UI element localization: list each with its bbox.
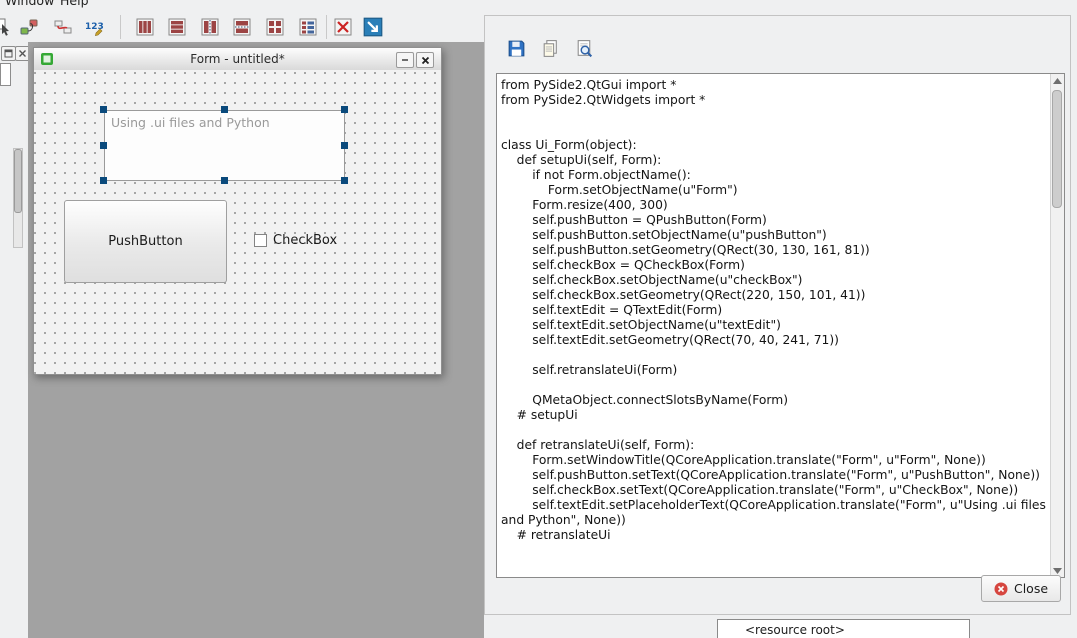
resource-root-label: <resource root> [745, 623, 845, 637]
textedit-placeholder: Using .ui files and Python [111, 115, 270, 130]
code-line: # setupUi [501, 408, 1051, 423]
code-line: self.textEdit.setPlaceholderText(QCoreAp… [501, 498, 1051, 513]
code-line: self.textEdit.setObjectName(u"textEdit") [501, 318, 1051, 333]
code-line: if not Form.objectName(): [501, 168, 1051, 183]
code-line: self.checkBox.setText(QCoreApplication.t… [501, 483, 1051, 498]
qt-designer-screen: Window Help 123 [0, 0, 1077, 638]
selection-handle-mid-right[interactable] [341, 142, 348, 149]
menu-help[interactable]: Help [60, 0, 89, 8]
code-line: self.pushButton.setGeometry(QRect(30, 13… [501, 243, 1051, 258]
widgetbox-filter-input[interactable] [0, 63, 11, 86]
code-line: self.textEdit = QTextEdit(Form) [501, 303, 1051, 318]
left-dock-fragment [0, 42, 29, 638]
scrollbar-thumb[interactable] [1052, 90, 1062, 208]
close-dialog-button[interactable]: Close [981, 575, 1061, 602]
toolbar-separator [326, 15, 327, 39]
edit-widgets-icon[interactable] [0, 14, 16, 40]
form-window-title: Form - untitled* [190, 52, 284, 66]
code-line [501, 378, 1051, 393]
toolbar-separator [120, 15, 121, 39]
code-line: self.retranslateUi(Form) [501, 363, 1051, 378]
code-line: self.checkBox.setGeometry(QRect(220, 150… [501, 288, 1051, 303]
checkbox-label: CheckBox [273, 233, 337, 248]
selection-handle-top-center[interactable] [221, 106, 228, 113]
lay-out-vertically-in-splitter-icon[interactable] [229, 14, 255, 40]
edit-buddies-icon[interactable] [50, 14, 76, 40]
selection-handle-top-right[interactable] [341, 106, 348, 113]
lay-out-vertically-icon[interactable] [164, 14, 190, 40]
code-line: self.checkBox.setObjectName(u"checkBox") [501, 273, 1051, 288]
form-window-titlebar[interactable]: Form - untitled* [34, 48, 441, 71]
code-line: def setupUi(self, Form): [501, 153, 1051, 168]
selection-handle-top-left[interactable] [100, 106, 107, 113]
code-line: def retranslateUi(self, Form): [501, 438, 1051, 453]
minimize-button[interactable] [396, 52, 414, 68]
code-dialog-toolbar [504, 36, 597, 61]
form-window-icon [41, 53, 53, 65]
code-vertical-scrollbar[interactable] [1050, 74, 1064, 577]
scroll-up-icon[interactable] [1051, 74, 1064, 87]
mdi-area: Form - untitled* Using .ui files and Pyt… [28, 42, 484, 638]
edit-signals-slots-icon[interactable] [16, 14, 42, 40]
selection-handle-bottom-center[interactable] [221, 177, 228, 184]
code-view[interactable]: from PySide2.QtGui import *from PySide2.… [496, 73, 1065, 578]
code-line: self.pushButton.setObjectName(u"pushButt… [501, 228, 1051, 243]
break-layout-icon[interactable] [330, 14, 356, 40]
selection-handle-bottom-right[interactable] [341, 177, 348, 184]
menu-window[interactable]: Window [5, 0, 54, 8]
code-line: self.textEdit.setGeometry(QRect(70, 40, … [501, 333, 1051, 348]
lay-out-horizontally-in-splitter-icon[interactable] [197, 14, 223, 40]
code-text[interactable]: from PySide2.QtGui import *from PySide2.… [497, 74, 1051, 577]
textedit-widget[interactable]: Using .ui files and Python [104, 110, 345, 181]
code-line: class Ui_Form(object): [501, 138, 1051, 153]
code-line: Form.resize(400, 300) [501, 198, 1051, 213]
pushbutton-label: PushButton [108, 234, 182, 249]
code-line: from PySide2.QtWidgets import * [501, 93, 1051, 108]
code-preview-dialog: from PySide2.QtGui import *from PySide2.… [484, 15, 1071, 615]
close-red-icon [994, 582, 1008, 596]
checkbox-widget[interactable]: CheckBox [254, 220, 355, 261]
find-icon[interactable] [572, 36, 597, 61]
scrollbar-thumb[interactable] [14, 149, 22, 213]
copy-icon[interactable] [538, 36, 563, 61]
code-line: Form.setWindowTitle(QCoreApplication.tra… [501, 453, 1051, 468]
code-line: # retranslateUi [501, 528, 1051, 543]
code-line [501, 423, 1051, 438]
code-line: and Python", None)) [501, 513, 1051, 528]
code-line: self.pushButton = QPushButton(Form) [501, 213, 1051, 228]
code-line: QMetaObject.connectSlotsByName(Form) [501, 393, 1051, 408]
selection-handle-bottom-left[interactable] [100, 177, 107, 184]
pushbutton-widget[interactable]: PushButton [64, 200, 227, 283]
lay-out-horizontally-icon[interactable] [132, 14, 158, 40]
code-line: self.pushButton.setText(QCoreApplication… [501, 468, 1051, 483]
save-icon[interactable] [504, 36, 529, 61]
main-toolbar: 123 [0, 12, 480, 42]
close-button-label: Close [1014, 581, 1048, 596]
lay-out-in-grid-icon[interactable] [262, 14, 288, 40]
checkbox-box-icon[interactable] [254, 234, 267, 247]
adjust-size-icon[interactable] [360, 14, 386, 40]
code-line: from PySide2.QtGui import * [501, 78, 1051, 93]
form-window[interactable]: Form - untitled* Using .ui files and Pyt… [33, 47, 442, 375]
resource-browser-root[interactable]: <resource root> [717, 619, 970, 638]
form-canvas[interactable]: Using .ui files and Python PushButton Ch… [34, 70, 441, 374]
code-line [501, 123, 1051, 138]
code-line [501, 348, 1051, 363]
selection-handle-mid-left[interactable] [100, 142, 107, 149]
close-button[interactable] [416, 52, 434, 68]
code-line: Form.setObjectName(u"Form") [501, 183, 1051, 198]
code-line: self.checkBox = QCheckBox(Form) [501, 258, 1051, 273]
edit-tab-order-icon[interactable]: 123 [82, 14, 108, 40]
widgetbox-scrollbar[interactable] [13, 148, 23, 248]
dock-float-icon[interactable] [1, 46, 16, 61]
code-line [501, 108, 1051, 123]
lay-out-in-form-layout-icon[interactable] [295, 14, 321, 40]
